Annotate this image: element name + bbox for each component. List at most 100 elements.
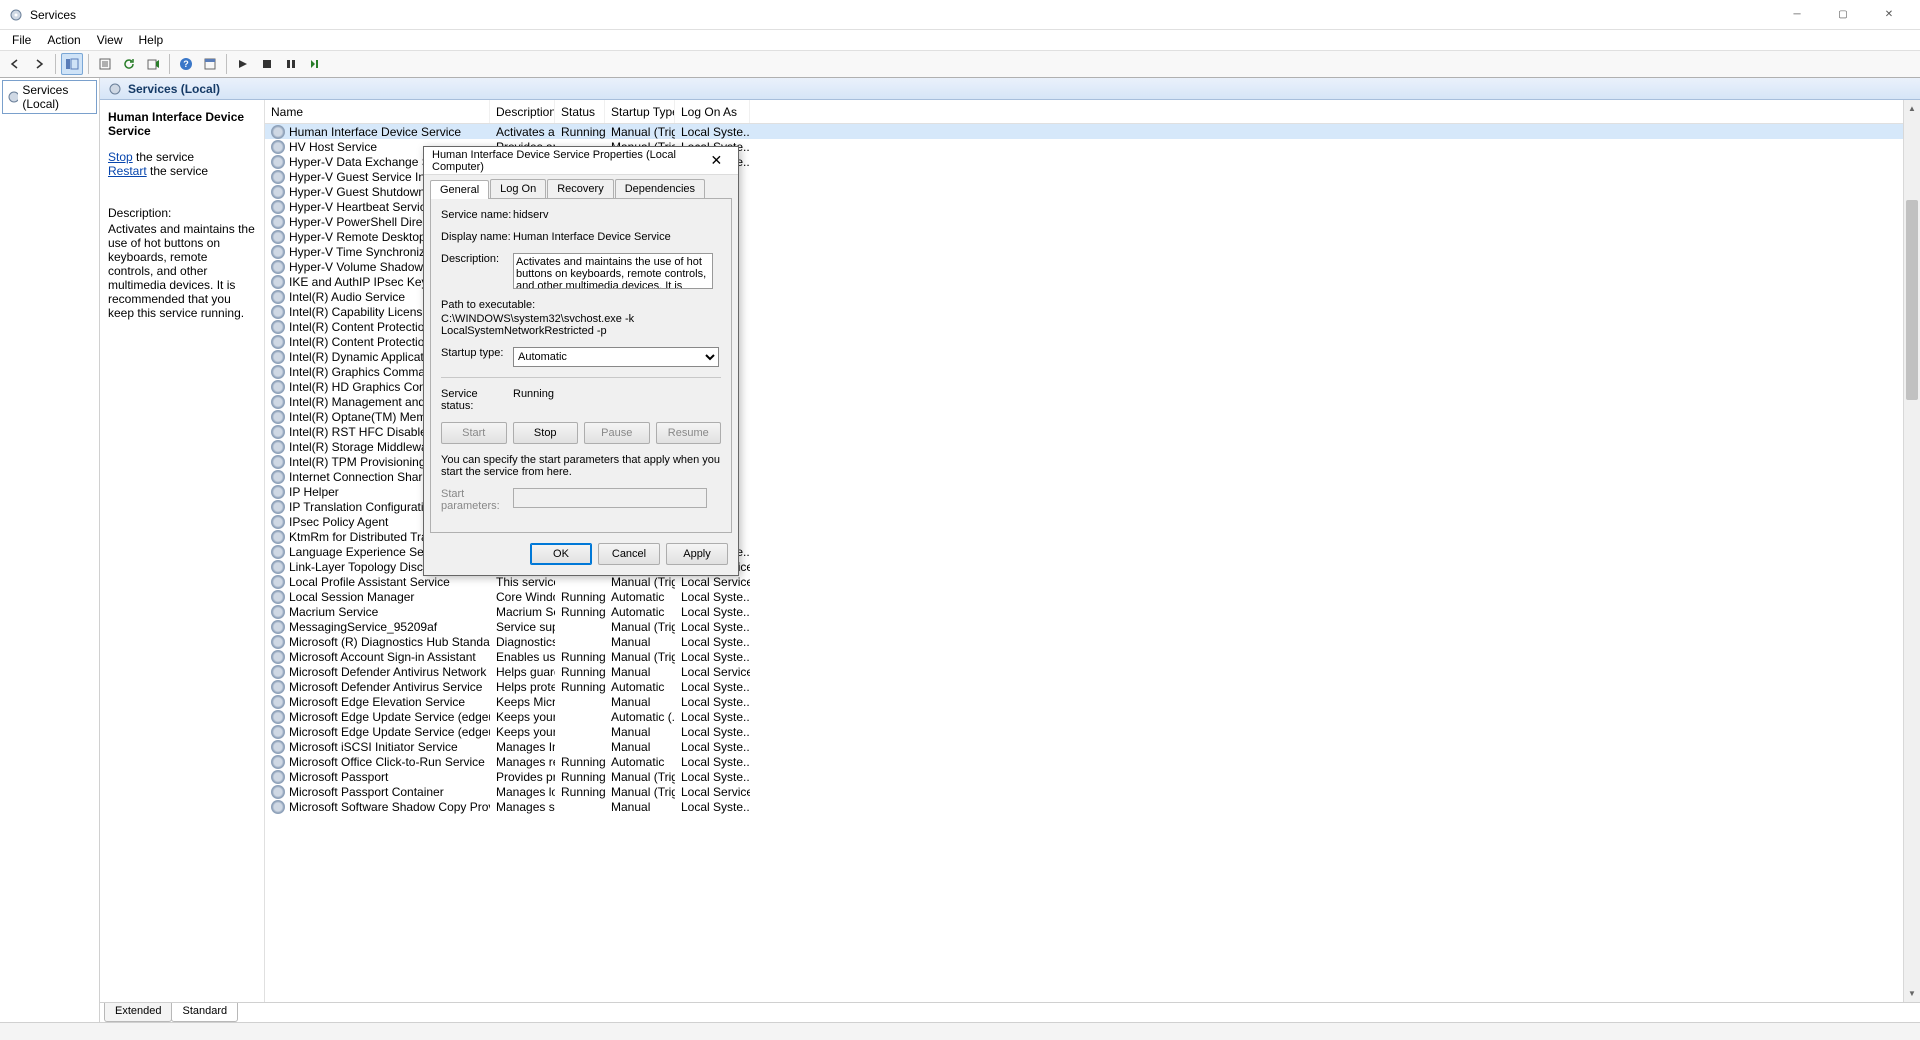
restart-service-button[interactable] xyxy=(304,53,326,75)
service-logon: Local Syste... xyxy=(675,739,750,754)
forward-button[interactable] xyxy=(28,53,50,75)
stop-service-link[interactable]: Stop xyxy=(108,150,133,164)
col-description[interactable]: Description xyxy=(490,100,555,123)
start-service-button[interactable] xyxy=(232,53,254,75)
maximize-button[interactable]: ▢ xyxy=(1820,0,1866,30)
col-name[interactable]: Name xyxy=(265,100,490,123)
table-row[interactable]: Microsoft Defender Antivirus ServiceHelp… xyxy=(265,679,1920,694)
scroll-up-icon[interactable]: ▲ xyxy=(1904,100,1920,117)
service-name: Microsoft Account Sign-in Assistant xyxy=(289,650,476,664)
help-button[interactable]: ? xyxy=(175,53,197,75)
table-row[interactable]: Local Profile Assistant ServiceThis serv… xyxy=(265,574,1920,589)
table-row[interactable]: Human Interface Device ServiceActivates … xyxy=(265,124,1920,139)
tab-logon[interactable]: Log On xyxy=(490,179,546,198)
apply-button[interactable]: Apply xyxy=(666,543,728,565)
gear-icon xyxy=(271,710,285,724)
service-logon: Local Service xyxy=(675,664,750,679)
table-row[interactable]: Microsoft Edge Update Service (edgeupdat… xyxy=(265,724,1920,739)
service-name: Microsoft iSCSI Initiator Service xyxy=(289,740,458,754)
col-logon[interactable]: Log On As xyxy=(675,100,750,123)
service-name-label: Service name: xyxy=(441,209,513,221)
service-name: Microsoft Edge Elevation Service xyxy=(289,695,465,709)
scroll-thumb[interactable] xyxy=(1906,200,1918,400)
ok-button[interactable]: OK xyxy=(530,543,592,565)
tab-standard[interactable]: Standard xyxy=(171,1003,238,1022)
gear-icon xyxy=(271,380,285,394)
startup-type-select[interactable]: Automatic xyxy=(513,347,719,367)
table-row[interactable]: Local Session ManagerCore Windo...Runnin… xyxy=(265,589,1920,604)
path-label: Path to executable: xyxy=(441,299,721,311)
table-row[interactable]: Microsoft (R) Diagnostics Hub Standard C… xyxy=(265,634,1920,649)
service-status: Running xyxy=(555,649,605,664)
table-row[interactable]: Microsoft Defender Antivirus Network Ins… xyxy=(265,664,1920,679)
tab-recovery[interactable]: Recovery xyxy=(547,179,613,198)
gear-icon xyxy=(271,620,285,634)
service-desc: Helps prote... xyxy=(490,679,555,694)
services-icon xyxy=(8,7,24,23)
selected-service-title: Human Interface Device Service xyxy=(108,110,256,138)
gear-icon xyxy=(271,140,285,154)
service-name: IPsec Policy Agent xyxy=(289,515,388,529)
tab-general[interactable]: General xyxy=(430,180,489,199)
service-name: Local Session Manager xyxy=(289,590,414,604)
pause-service-button[interactable] xyxy=(280,53,302,75)
gear-icon xyxy=(271,605,285,619)
service-desc: Activates an... xyxy=(490,124,555,139)
service-name: Macrium Service xyxy=(289,605,378,619)
service-name: Microsoft Passport xyxy=(289,770,388,784)
properties-button[interactable] xyxy=(199,53,221,75)
gear-icon xyxy=(271,800,285,814)
table-row[interactable]: Microsoft Account Sign-in Assistant Enabl… xyxy=(265,649,1920,664)
show-hide-tree-button[interactable] xyxy=(61,53,83,75)
stop-service-button[interactable] xyxy=(256,53,278,75)
service-desc: Keeps Micr... xyxy=(490,694,555,709)
tree-node-services-local[interactable]: Services (Local) xyxy=(2,80,97,114)
vertical-scrollbar[interactable]: ▲ ▼ xyxy=(1903,100,1920,1002)
gear-icon xyxy=(271,425,285,439)
service-name: Intel(R) Audio Service xyxy=(289,290,405,304)
restart-service-link[interactable]: Restart xyxy=(108,164,147,178)
menu-action[interactable]: Action xyxy=(39,31,88,49)
table-row[interactable]: MessagingService_95209afService sup...Ma… xyxy=(265,619,1920,634)
tab-dependencies[interactable]: Dependencies xyxy=(615,179,705,198)
table-row[interactable]: Microsoft Passport ContainerManages lo..… xyxy=(265,784,1920,799)
table-row[interactable]: Microsoft iSCSI Initiator ServiceManages… xyxy=(265,739,1920,754)
table-row[interactable]: Microsoft PassportProvides pr...RunningM… xyxy=(265,769,1920,784)
description-label: Description: xyxy=(441,253,513,265)
table-row[interactable]: Macrium ServiceMacrium Se...RunningAutom… xyxy=(265,604,1920,619)
col-status[interactable]: Status xyxy=(555,100,605,123)
service-desc: Manages re... xyxy=(490,754,555,769)
export-button[interactable] xyxy=(142,53,164,75)
stop-button[interactable]: Stop xyxy=(513,422,579,444)
gear-icon xyxy=(271,320,285,334)
table-row[interactable]: Microsoft Software Shadow Copy ProviderM… xyxy=(265,799,1920,814)
col-startup[interactable]: Startup Type xyxy=(605,100,675,123)
service-startup: Automatic xyxy=(605,589,675,604)
service-startup: Manual xyxy=(605,694,675,709)
table-row[interactable]: Microsoft Edge Elevation Service Keeps Mi… xyxy=(265,694,1920,709)
service-desc: Enables use... xyxy=(490,649,555,664)
service-startup: Manual xyxy=(605,799,675,814)
scroll-down-icon[interactable]: ▼ xyxy=(1904,985,1920,1002)
description-textarea[interactable]: Activates and maintains the use of hot b… xyxy=(513,253,713,289)
dialog-close-button[interactable]: ✕ xyxy=(703,152,730,169)
minimize-button[interactable]: ─ xyxy=(1774,0,1820,30)
menu-help[interactable]: Help xyxy=(131,31,172,49)
menu-view[interactable]: View xyxy=(89,31,131,49)
menu-file[interactable]: File xyxy=(4,31,39,49)
list-header: Name Description Status Startup Type Log… xyxy=(265,100,1920,124)
table-row[interactable]: Microsoft Office Click-to-Run ServiceMan… xyxy=(265,754,1920,769)
refresh-button[interactable] xyxy=(118,53,140,75)
close-button[interactable]: ✕ xyxy=(1866,0,1912,30)
back-button[interactable] xyxy=(4,53,26,75)
service-logon: Local Syste... xyxy=(675,799,750,814)
table-row[interactable]: Microsoft Edge Update Service (edgeupdat… xyxy=(265,709,1920,724)
export-list-button[interactable] xyxy=(94,53,116,75)
service-logon: Local Syste... xyxy=(675,124,750,139)
service-name: IP Helper xyxy=(289,485,339,499)
service-status: Running xyxy=(555,754,605,769)
service-startup: Automatic (... xyxy=(605,709,675,724)
tab-extended[interactable]: Extended xyxy=(104,1003,172,1022)
gear-icon xyxy=(271,770,285,784)
cancel-button[interactable]: Cancel xyxy=(598,543,660,565)
